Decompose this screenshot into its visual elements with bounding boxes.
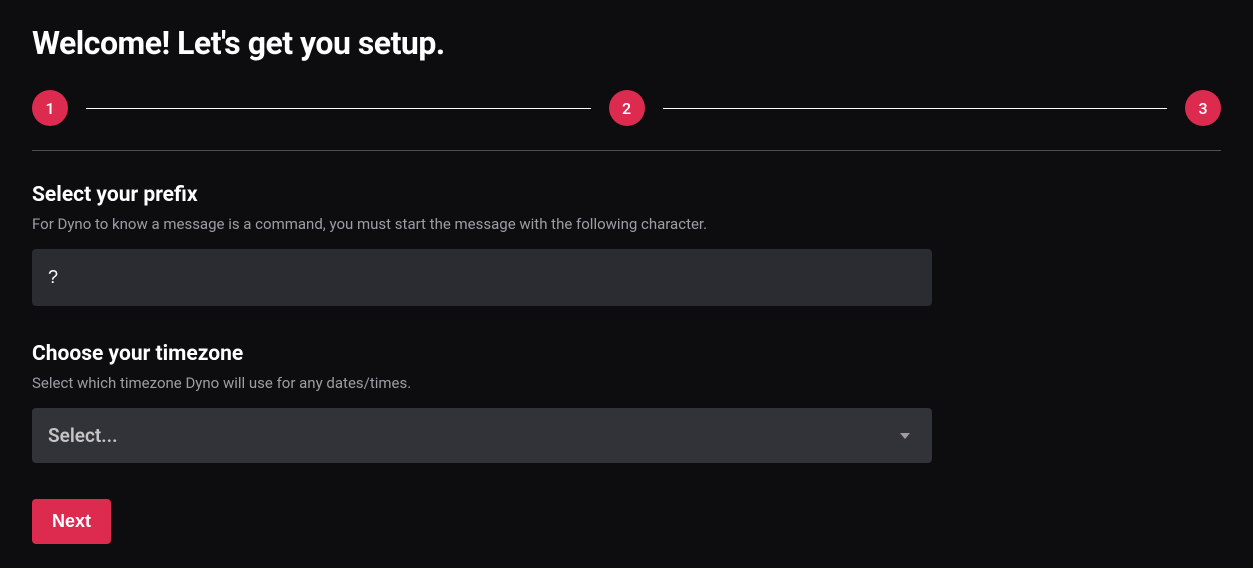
- step-3: 3: [1185, 90, 1221, 126]
- page-title: Welcome! Let's get you setup.: [32, 24, 1221, 62]
- step-connector: [663, 108, 1168, 109]
- stepper: 1 2 3: [32, 90, 1221, 126]
- timezone-select-label: Select...: [48, 424, 117, 447]
- prefix-section: Select your prefix For Dyno to know a me…: [32, 183, 932, 306]
- step-1: 1: [32, 90, 68, 126]
- timezone-description: Select which timezone Dyno will use for …: [32, 374, 932, 392]
- timezone-select[interactable]: Select...: [32, 408, 932, 463]
- timezone-title: Choose your timezone: [32, 342, 932, 366]
- prefix-input[interactable]: [32, 249, 932, 306]
- step-2: 2: [609, 90, 645, 126]
- prefix-description: For Dyno to know a message is a command,…: [32, 215, 932, 233]
- chevron-down-icon: [900, 433, 910, 439]
- step-connector: [86, 108, 591, 109]
- next-button[interactable]: Next: [32, 499, 111, 544]
- timezone-section: Choose your timezone Select which timezo…: [32, 342, 932, 463]
- divider: [32, 150, 1221, 151]
- prefix-title: Select your prefix: [32, 183, 932, 207]
